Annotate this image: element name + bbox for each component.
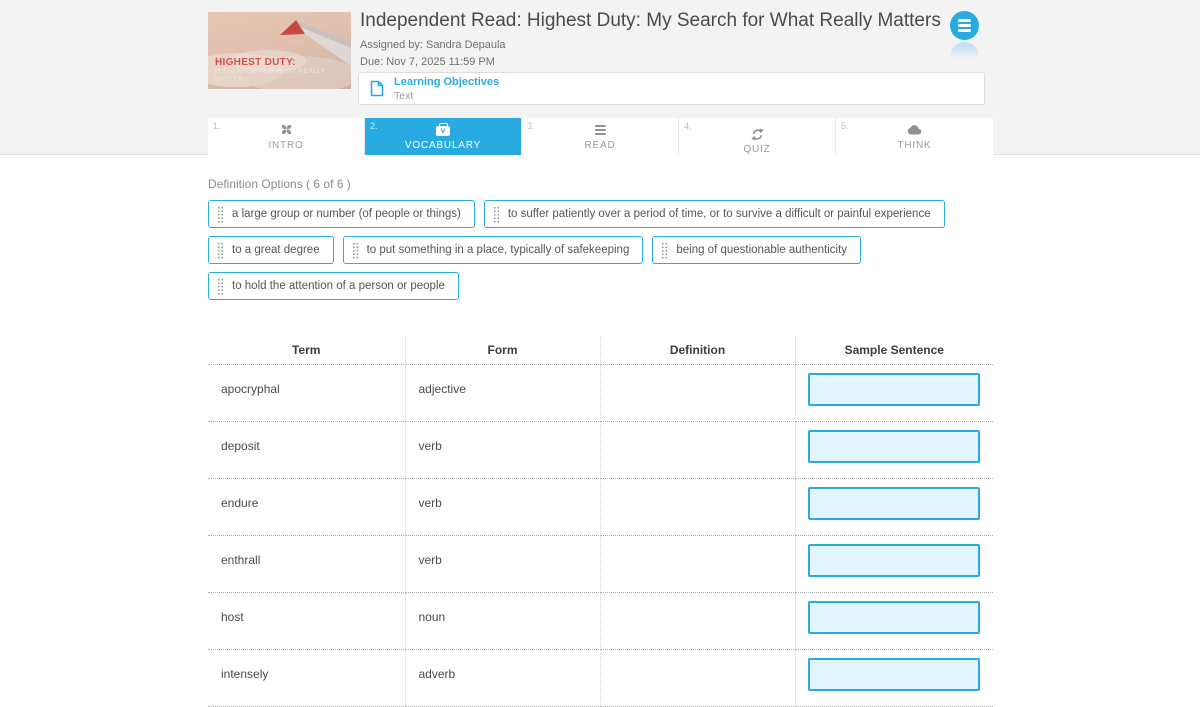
sample-sentence-input[interactable] <box>808 600 981 634</box>
term-cell: deposit <box>208 421 406 479</box>
assigned-by-text: Assigned by: Sandra Depaula <box>360 39 506 51</box>
form-cell: adverb <box>405 649 601 707</box>
vocabulary-activity: Definition Options ( 6 of 6 ) a large gr… <box>208 156 993 707</box>
definition-chip[interactable]: a large group or number (of people or th… <box>208 200 475 228</box>
document-icon <box>370 80 384 97</box>
tab-intro-label: INTRO <box>268 139 304 151</box>
definition-options-bank: a large group or number (of people or th… <box>208 200 993 300</box>
refresh-cycle-icon <box>750 128 764 141</box>
hamburger-icon <box>958 19 971 22</box>
term-cell: intensely <box>208 649 406 707</box>
drag-handle-icon <box>217 277 224 295</box>
step-tabs: 1. INTRO 2. v VOCABULARY 3. READ 4. QUIZ… <box>208 118 993 155</box>
column-header-sample-sentence: Sample Sentence <box>795 336 993 365</box>
tab-intro[interactable]: 1. INTRO <box>208 118 365 155</box>
definition-dropzone[interactable] <box>600 364 796 422</box>
learning-objectives-subtitle: Text <box>394 89 414 102</box>
list-lines-icon <box>594 123 606 137</box>
tab-quiz[interactable]: 4. QUIZ <box>679 118 836 155</box>
term-cell: host <box>208 592 406 650</box>
drag-handle-icon <box>492 205 500 223</box>
drag-handle-icon <box>661 241 669 259</box>
tab-vocabulary[interactable]: 2. v VOCABULARY <box>365 118 522 155</box>
sample-sentence-input[interactable] <box>808 372 981 406</box>
table-row: endure verb <box>208 478 993 536</box>
sample-sentence-input[interactable] <box>808 486 981 520</box>
tab-read-label: READ <box>584 139 616 151</box>
tab-vocabulary-label: VOCABULARY <box>404 139 482 151</box>
thumbnail-title-line2: MY SEARCH FOR WHAT REALLY MATTERS <box>215 68 326 84</box>
tab-quiz-label: QUIZ <box>743 144 771 155</box>
form-cell: adjective <box>405 364 601 422</box>
form-cell: noun <box>405 592 601 650</box>
term-cell: enthrall <box>208 535 406 593</box>
sample-sentence-input[interactable] <box>808 543 981 577</box>
learning-objectives-card[interactable]: Learning Objectives Text <box>358 72 985 105</box>
tab-read[interactable]: 3. READ <box>522 118 679 155</box>
drag-handle-icon <box>351 241 359 259</box>
menu-button[interactable] <box>950 11 979 40</box>
vocabulary-box-icon: v <box>436 123 450 137</box>
definition-dropzone[interactable] <box>600 592 796 650</box>
table-row: deposit verb <box>208 421 993 479</box>
term-cell: apocryphal <box>208 364 406 422</box>
table-row: intensely adverb <box>208 649 993 707</box>
definition-chip[interactable]: to suffer patiently over a period of tim… <box>483 200 945 228</box>
column-header-definition: Definition <box>600 336 796 365</box>
cloud-icon <box>907 123 922 137</box>
tab-think[interactable]: 5. THINK <box>836 118 993 155</box>
learning-objectives-title: Learning Objectives <box>394 75 500 88</box>
definition-chip[interactable]: to a great degree <box>208 236 334 264</box>
form-cell: verb <box>405 478 601 536</box>
definition-dropzone[interactable] <box>600 478 796 536</box>
page-title: Independent Read: Highest Duty: My Searc… <box>360 10 941 31</box>
definition-dropzone[interactable] <box>600 649 796 707</box>
definition-options-label: Definition Options ( 6 of 6 ) <box>208 177 351 191</box>
table-row: enthrall verb <box>208 535 993 593</box>
definition-chip[interactable]: to hold the attention of a person or peo… <box>208 272 459 300</box>
form-cell: verb <box>405 421 601 479</box>
due-date-text: Due: Nov 7, 2025 11:59 PM <box>360 56 495 68</box>
drag-handle-icon <box>217 205 224 223</box>
thumbnail-title-line1: HIGHEST DUTY: <box>215 56 296 68</box>
pinwheel-icon <box>280 123 293 137</box>
form-cell: verb <box>405 535 601 593</box>
sample-sentence-input[interactable] <box>808 429 981 463</box>
definition-dropzone[interactable] <box>600 421 796 479</box>
table-row: host noun <box>208 592 993 650</box>
definition-chip[interactable]: being of questionable authenticity <box>652 236 862 264</box>
vocabulary-table: Term Form Definition Sample Sentence apo… <box>208 336 993 707</box>
assignment-header: HIGHEST DUTY: MY SEARCH FOR WHAT REALLY … <box>0 0 1200 155</box>
column-header-form: Form <box>405 336 601 365</box>
book-cover-thumbnail: HIGHEST DUTY: MY SEARCH FOR WHAT REALLY … <box>208 12 351 89</box>
definition-dropzone[interactable] <box>600 535 796 593</box>
definition-chip[interactable]: to put something in a place, typically o… <box>342 236 644 264</box>
table-row: apocryphal adjective <box>208 364 993 422</box>
column-header-term: Term <box>208 336 406 365</box>
drag-handle-icon <box>217 241 224 259</box>
term-cell: endure <box>208 478 406 536</box>
sample-sentence-input[interactable] <box>808 657 981 691</box>
tab-think-label: THINK <box>897 139 932 151</box>
